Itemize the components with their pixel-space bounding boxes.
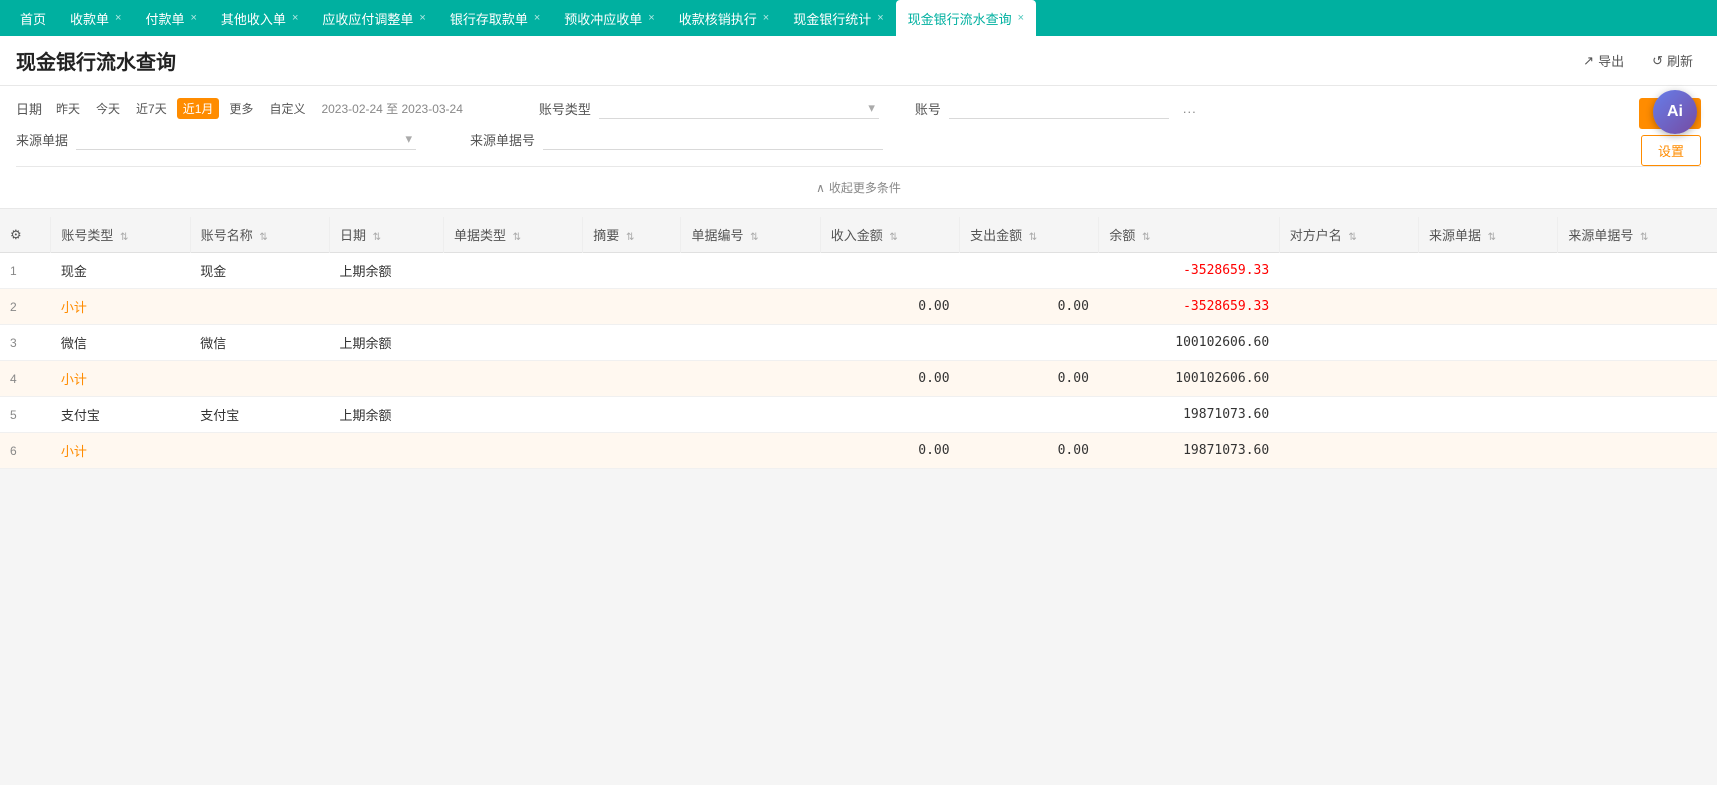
collapse-bar: ∧ 收起更多条件 xyxy=(16,166,1701,200)
th-summary[interactable]: 摘要 ⇅ xyxy=(583,217,681,253)
nav-home[interactable]: 首页 xyxy=(8,0,58,36)
account-label: 账号 xyxy=(915,99,941,118)
close-payment-icon[interactable]: × xyxy=(190,12,196,24)
date-shortcuts: 昨天 今天 近7天 近1月 更多 自定义 xyxy=(50,98,311,119)
nav-collection-exec[interactable]: 收款核销执行 × xyxy=(667,0,781,36)
data-table: ⚙ 账号类型 ⇅ 账号名称 ⇅ 日期 ⇅ 单据类型 ⇅ xyxy=(0,217,1717,469)
th-doc-type[interactable]: 单据类型 ⇅ xyxy=(443,217,582,253)
source-doc-select[interactable]: ▾ xyxy=(76,129,416,150)
date-btn-yesterday[interactable]: 昨天 xyxy=(50,98,86,119)
date-btn-more[interactable]: 更多 xyxy=(223,98,259,119)
sort-account-name-icon: ⇅ xyxy=(259,232,267,243)
close-advance-receipt-icon[interactable]: × xyxy=(648,12,654,24)
collapse-chevron-icon: ∧ xyxy=(816,181,825,195)
sort-summary-icon: ⇅ xyxy=(626,232,634,243)
export-icon: ↗ xyxy=(1583,53,1594,69)
close-flow-icon[interactable]: × xyxy=(1018,12,1024,24)
sort-date-icon: ⇅ xyxy=(373,232,381,243)
th-expense[interactable]: 支出金额 ⇅ xyxy=(960,217,1099,253)
account-type-label: 账号类型 xyxy=(539,99,591,118)
date-btn-custom[interactable]: 自定义 xyxy=(263,98,311,119)
th-source-doc-no[interactable]: 来源单据号 ⇅ xyxy=(1558,217,1717,253)
date-btn-1month[interactable]: 近1月 xyxy=(177,98,220,119)
page-header: 现金银行流水查询 ↗ 导出 ↺ 刷新 xyxy=(0,36,1717,86)
refresh-button[interactable]: ↺ 刷新 xyxy=(1644,47,1701,74)
date-filter-group: 日期 昨天 今天 近7天 近1月 更多 自定义 2023-02-24 至 202… xyxy=(16,98,463,119)
nav-receipt[interactable]: 收款单 × xyxy=(58,0,133,36)
sort-balance-icon: ⇅ xyxy=(1142,232,1150,243)
filter-area: 日期 昨天 今天 近7天 近1月 更多 自定义 2023-02-24 至 202… xyxy=(0,86,1717,209)
th-gear[interactable]: ⚙ xyxy=(0,217,51,253)
nav-payment[interactable]: 付款单 × xyxy=(133,0,208,36)
collapse-button[interactable]: ∧ 收起更多条件 xyxy=(16,175,1701,200)
th-date[interactable]: 日期 ⇅ xyxy=(330,217,444,253)
refresh-icon: ↺ xyxy=(1652,53,1663,69)
sort-doc-type-icon: ⇅ xyxy=(513,232,521,243)
top-nav: 首页 收款单 × 付款单 × 其他收入单 × 应收应付调整单 × 银行存取款单 … xyxy=(0,0,1717,36)
nav-ar-ap-adjust[interactable]: 应收应付调整单 × xyxy=(310,0,437,36)
source-doc-filter-group: 来源单据 ▾ xyxy=(16,129,416,150)
table-row[interactable]: 6小计0.000.0019871073.60 xyxy=(0,433,1717,469)
table-row[interactable]: 2小计0.000.00-3528659.33 xyxy=(0,289,1717,325)
sort-counterparty-icon: ⇅ xyxy=(1348,232,1356,243)
close-stats-icon[interactable]: × xyxy=(877,12,883,24)
source-doc-num-filter-group: 来源单据号 xyxy=(470,130,883,150)
close-other-income-icon[interactable]: × xyxy=(292,12,298,24)
date-range-display: 2023-02-24 至 2023-03-24 xyxy=(321,100,462,117)
date-label: 日期 xyxy=(16,99,42,118)
sort-doc-no-icon: ⇅ xyxy=(750,232,758,243)
th-income[interactable]: 收入金额 ⇅ xyxy=(820,217,959,253)
account-dots[interactable]: ... xyxy=(1177,99,1203,118)
source-doc-label: 来源单据 xyxy=(16,130,68,149)
export-button[interactable]: ↗ 导出 xyxy=(1575,47,1632,74)
filter-row-2: 来源单据 ▾ 来源单据号 xyxy=(16,129,1619,150)
close-collection-icon[interactable]: × xyxy=(763,12,769,24)
account-filter-group: 账号 ... xyxy=(915,99,1203,119)
sort-income-icon: ⇅ xyxy=(889,232,897,243)
close-bank-deposit-icon[interactable]: × xyxy=(534,12,540,24)
page-title: 现金银行流水查询 xyxy=(16,46,176,75)
nav-advance-receipt[interactable]: 预收冲应收单 × xyxy=(552,0,666,36)
nav-bank-deposit[interactable]: 银行存取款单 × xyxy=(438,0,552,36)
ai-assistant-button[interactable]: Ai xyxy=(1653,90,1697,134)
account-type-filter-group: 账号类型 ▾ xyxy=(539,98,879,119)
th-doc-no[interactable]: 单据编号 ⇅ xyxy=(681,217,820,253)
settings-button[interactable]: 设置 xyxy=(1641,135,1701,166)
account-input[interactable] xyxy=(949,99,1169,119)
close-receipt-icon[interactable]: × xyxy=(115,12,121,24)
th-account-name[interactable]: 账号名称 ⇅ xyxy=(190,217,329,253)
source-doc-chevron-icon: ▾ xyxy=(405,131,412,147)
date-btn-7days[interactable]: 近7天 xyxy=(130,98,173,119)
source-doc-num-label: 来源单据号 xyxy=(470,130,535,149)
nav-cash-bank-flow[interactable]: 现金银行流水查询 × xyxy=(896,0,1036,36)
sort-account-type-icon: ⇅ xyxy=(120,232,128,243)
sort-expense-icon: ⇅ xyxy=(1029,232,1037,243)
table-row[interactable]: 3微信微信上期余额100102606.60 xyxy=(0,325,1717,361)
table-row[interactable]: 1现金现金上期余额-3528659.33 xyxy=(0,253,1717,289)
account-type-select[interactable]: ▾ xyxy=(599,98,879,119)
table-row[interactable]: 5支付宝支付宝上期余额19871073.60 xyxy=(0,397,1717,433)
account-type-chevron-icon: ▾ xyxy=(868,100,875,116)
sort-source-doc-no-icon: ⇅ xyxy=(1640,232,1648,243)
table-row[interactable]: 4小计0.000.00100102606.60 xyxy=(0,361,1717,397)
nav-cash-bank-stats[interactable]: 现金银行统计 × xyxy=(781,0,895,36)
th-account-type[interactable]: 账号类型 ⇅ xyxy=(51,217,190,253)
date-btn-today[interactable]: 今天 xyxy=(90,98,126,119)
table-header-row: ⚙ 账号类型 ⇅ 账号名称 ⇅ 日期 ⇅ 单据类型 ⇅ xyxy=(0,217,1717,253)
close-ar-ap-icon[interactable]: × xyxy=(419,12,425,24)
th-source-doc[interactable]: 来源单据 ⇅ xyxy=(1419,217,1558,253)
source-doc-num-input[interactable] xyxy=(543,130,883,150)
table-area: ⚙ 账号类型 ⇅ 账号名称 ⇅ 日期 ⇅ 单据类型 ⇅ xyxy=(0,217,1717,469)
filter-row-1: 日期 昨天 今天 近7天 近1月 更多 自定义 2023-02-24 至 202… xyxy=(16,98,1619,119)
sort-source-doc-icon: ⇅ xyxy=(1488,232,1496,243)
th-balance[interactable]: 余额 ⇅ xyxy=(1099,217,1279,253)
gear-icon: ⚙ xyxy=(10,227,22,242)
header-actions: ↗ 导出 ↺ 刷新 xyxy=(1575,47,1701,74)
nav-other-income[interactable]: 其他收入单 × xyxy=(209,0,310,36)
th-counterparty[interactable]: 对方户名 ⇅ xyxy=(1279,217,1418,253)
